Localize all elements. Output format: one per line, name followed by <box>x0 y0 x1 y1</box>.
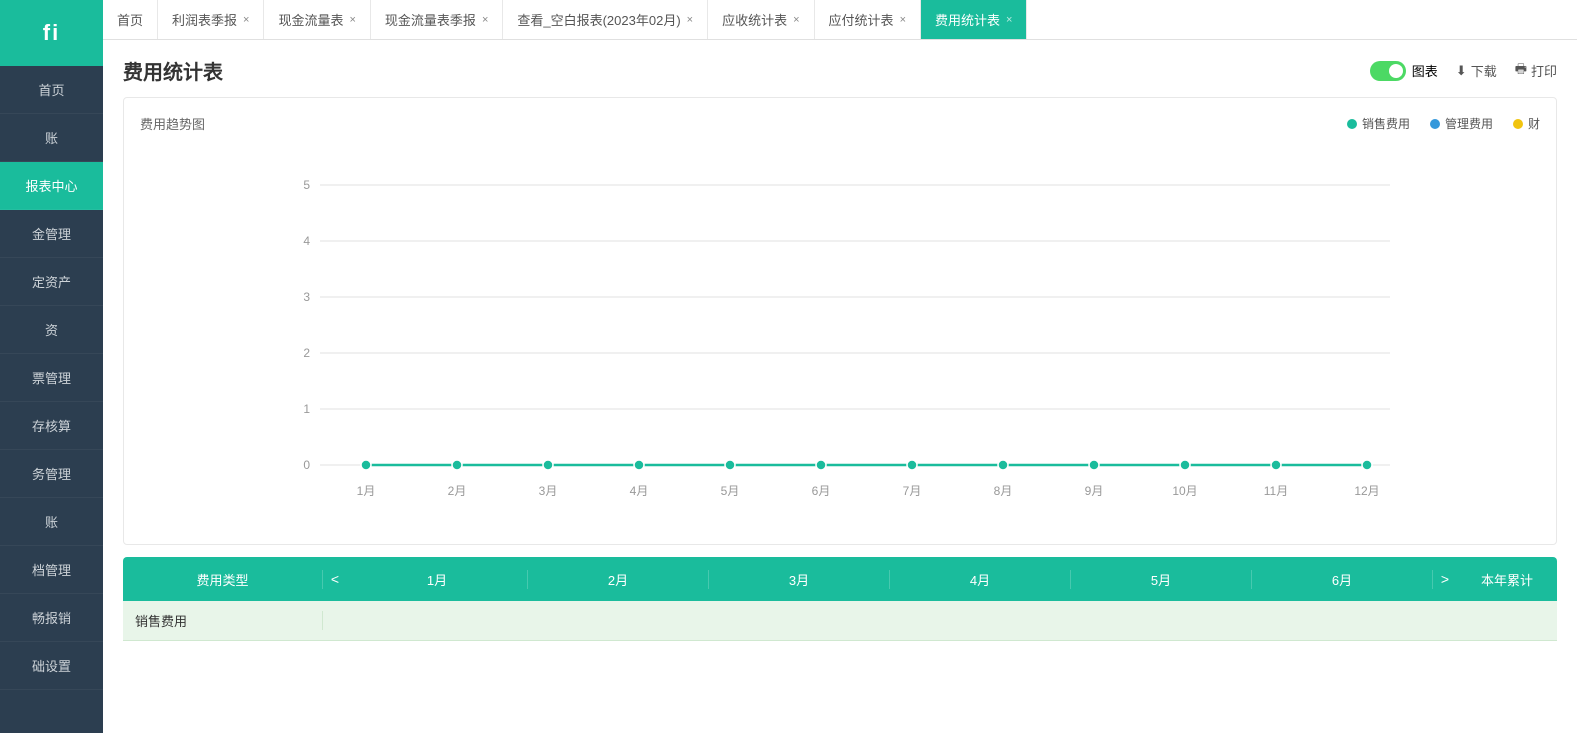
th-ytd: 本年累计 <box>1457 570 1557 589</box>
sidebar-item-home[interactable]: 首页 <box>0 66 103 114</box>
tab-close-blank[interactable]: × <box>687 14 693 26</box>
svg-text:3: 3 <box>303 290 310 304</box>
chart-title: 费用趋势图 <box>140 114 205 133</box>
tab-close-receivable[interactable]: × <box>793 14 799 26</box>
tab-cashflow[interactable]: 现金流量表 × <box>264 0 370 40</box>
chart-svg-area: 5 4 3 2 1 0 <box>140 145 1540 528</box>
sidebar-item-expense[interactable]: 畅报销 <box>0 594 103 642</box>
svg-text:0: 0 <box>303 458 310 472</box>
svg-text:5: 5 <box>303 178 310 192</box>
svg-text:7月: 7月 <box>903 484 922 498</box>
tab-home[interactable]: 首页 <box>103 0 158 40</box>
sidebar-item-account[interactable]: 账 <box>0 114 103 162</box>
header-actions: 图表 ⬇ 下载 🖶 打印 <box>1370 60 1557 82</box>
tab-profit[interactable]: 利润表季报 × <box>158 0 264 40</box>
svg-text:12月: 12月 <box>1354 484 1379 498</box>
tab-close-payable[interactable]: × <box>900 14 906 26</box>
svg-text:9月: 9月 <box>1085 484 1104 498</box>
th-type: 费用类型 <box>123 570 323 589</box>
tab-cashflow-q[interactable]: 现金流量表季报 × <box>371 0 503 40</box>
chart-toggle[interactable] <box>1370 61 1406 81</box>
sidebar-item-archive[interactable]: 档管理 <box>0 546 103 594</box>
main-content: 首页 利润表季报 × 现金流量表 × 现金流量表季报 × 查看_空白报表(202… <box>103 0 1577 733</box>
svg-text:11月: 11月 <box>1264 484 1288 498</box>
svg-text:1: 1 <box>303 402 310 416</box>
sidebar-item-assets[interactable]: 定资产 <box>0 258 103 306</box>
chart-header: 费用趋势图 销售费用 管理费用 财 <box>140 114 1540 133</box>
tab-close-cashflow-q[interactable]: × <box>482 14 488 26</box>
th-month-6: 6月 <box>1252 570 1433 589</box>
svg-text:10月: 10月 <box>1172 484 1197 498</box>
sidebar-item-service[interactable]: 务管理 <box>0 450 103 498</box>
page-area: 费用统计表 图表 ⬇ 下载 🖶 打印 费用趋势图 <box>103 40 1577 733</box>
tab-close-cashflow[interactable]: × <box>349 14 355 26</box>
svg-text:6月: 6月 <box>812 484 831 498</box>
svg-text:1月: 1月 <box>357 484 376 498</box>
sidebar: fi 首页 账 报表中心 金管理 定资产 资 票管理 存核算 务管理 账 档管理… <box>0 0 103 733</box>
chart-toggle-label: 图表 <box>1412 61 1438 80</box>
legend-dot-sales <box>1347 119 1357 129</box>
tab-expense-stats[interactable]: 费用统计表 × <box>921 0 1027 40</box>
tab-close-profit[interactable]: × <box>243 14 249 26</box>
svg-text:3月: 3月 <box>539 484 558 498</box>
download-button[interactable]: ⬇ 下载 <box>1456 61 1497 80</box>
print-button[interactable]: 🖶 打印 <box>1515 60 1557 82</box>
print-icon: 🖶 <box>1515 60 1527 82</box>
svg-text:2: 2 <box>303 346 310 360</box>
download-icon: ⬇ <box>1456 63 1467 79</box>
sidebar-item-tickets[interactable]: 票管理 <box>0 354 103 402</box>
chart-container: 费用趋势图 销售费用 管理费用 财 <box>123 97 1557 545</box>
legend-dot-finance <box>1513 119 1523 129</box>
sidebar-item-resource[interactable]: 资 <box>0 306 103 354</box>
td-type-sales: 销售费用 <box>123 611 323 630</box>
sidebar-item-inventory[interactable]: 存核算 <box>0 402 103 450</box>
table-row-sales: 销售费用 <box>123 601 1557 641</box>
sidebar-item-cash[interactable]: 金管理 <box>0 210 103 258</box>
page-title: 费用统计表 <box>123 56 223 85</box>
legend-admin: 管理费用 <box>1430 115 1493 132</box>
chart-toggle-wrap[interactable]: 图表 <box>1370 61 1438 81</box>
svg-text:4: 4 <box>303 234 310 248</box>
chart-legend: 销售费用 管理费用 财 <box>1347 115 1540 132</box>
legend-sales: 销售费用 <box>1347 115 1410 132</box>
tab-blank-report[interactable]: 查看_空白报表(2023年02月) × <box>503 0 708 40</box>
legend-dot-admin <box>1430 119 1440 129</box>
sidebar-item-settings[interactable]: 础设置 <box>0 642 103 690</box>
chart-svg: 5 4 3 2 1 0 <box>140 145 1540 525</box>
th-month-5: 5月 <box>1071 570 1252 589</box>
svg-text:8月: 8月 <box>994 484 1013 498</box>
svg-text:5月: 5月 <box>721 484 740 498</box>
svg-text:4月: 4月 <box>630 484 649 498</box>
th-month-2: 2月 <box>528 570 709 589</box>
sidebar-item-ledger[interactable]: 账 <box>0 498 103 546</box>
tab-bar: 首页 利润表季报 × 现金流量表 × 现金流量表季报 × 查看_空白报表(202… <box>103 0 1577 40</box>
tab-close-expense[interactable]: × <box>1006 14 1012 26</box>
table-header-row: 费用类型 < 1月 2月 3月 4月 5月 <box>123 557 1557 601</box>
sidebar-logo: fi <box>0 0 103 66</box>
tab-receivable[interactable]: 应收统计表 × <box>708 0 814 40</box>
svg-text:2月: 2月 <box>448 484 467 498</box>
table-section: 费用类型 < 1月 2月 3月 4月 5月 <box>123 557 1557 733</box>
th-next-btn[interactable]: > <box>1433 571 1457 587</box>
legend-finance: 财 <box>1513 115 1540 132</box>
page-header: 费用统计表 图表 ⬇ 下载 🖶 打印 <box>103 40 1577 97</box>
th-month-4: 4月 <box>890 570 1071 589</box>
th-month-3: 3月 <box>709 570 890 589</box>
tab-payable[interactable]: 应付统计表 × <box>815 0 921 40</box>
th-prev-btn[interactable]: < <box>323 571 347 587</box>
sidebar-item-reports[interactable]: 报表中心 <box>0 162 103 210</box>
th-month-1: 1月 <box>347 570 528 589</box>
